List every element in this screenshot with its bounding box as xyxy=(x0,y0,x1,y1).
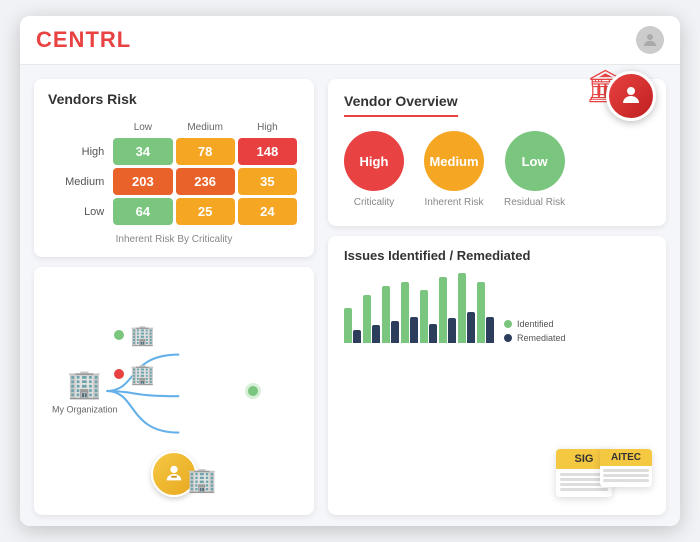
row-label-low: Low xyxy=(51,198,110,225)
bar-group xyxy=(344,308,361,343)
inherent-risk-value: Medium xyxy=(429,154,478,169)
row-label-medium: Medium xyxy=(51,168,110,195)
identified-dot xyxy=(504,320,512,328)
aitec-line-3 xyxy=(603,479,649,482)
identified-bar xyxy=(477,282,485,343)
app-header: CENTRL xyxy=(20,16,680,65)
identified-bar xyxy=(420,290,428,343)
remediated-bar xyxy=(486,317,494,343)
criticality-circle: High xyxy=(344,131,404,191)
vendor-status-red xyxy=(114,369,124,379)
right-panel: 🏛 Vendor Overview High Criticality xyxy=(328,79,666,515)
issues-card: Issues Identified / Remediated Identifie… xyxy=(328,236,666,515)
remediated-bar xyxy=(429,324,437,343)
cell-medium-medium: 236 xyxy=(176,168,235,195)
aitec-line-1 xyxy=(603,469,649,472)
risk-table: Low Medium High High 34 78 148 xyxy=(48,117,300,228)
remediated-bar xyxy=(467,312,475,343)
legend-identified: Identified xyxy=(504,319,566,329)
identified-bar xyxy=(363,295,371,343)
aitec-lines xyxy=(600,466,652,487)
metric-criticality: High Criticality xyxy=(344,131,404,208)
identified-bar xyxy=(382,286,390,343)
vendor-overview-card: 🏛 Vendor Overview High Criticality xyxy=(328,79,666,226)
cell-high-medium: 78 xyxy=(176,138,235,165)
remediated-bar xyxy=(410,317,418,343)
remediated-bar xyxy=(372,325,380,343)
green-indicator xyxy=(248,386,258,396)
cell-medium-high: 35 xyxy=(238,168,297,195)
left-panel: Vendors Risk Low Medium High High xyxy=(34,79,314,515)
col-header-low: Low xyxy=(113,120,172,135)
residual-risk-circle: Low xyxy=(505,131,565,191)
criticality-value: High xyxy=(360,154,389,169)
cell-low-medium: 25 xyxy=(176,198,235,225)
vendor-item-1: 🏢 xyxy=(114,323,155,348)
col-header-medium: Medium xyxy=(176,120,235,135)
small-building-bottom: 🏢 xyxy=(187,466,217,495)
vendors-risk-card: Vendors Risk Low Medium High High xyxy=(34,79,314,257)
bar-group xyxy=(363,295,380,343)
remediated-bar xyxy=(391,321,399,343)
aitec-line-2 xyxy=(603,474,649,477)
remediated-label: Remediated xyxy=(517,333,566,343)
bar-group xyxy=(401,282,418,343)
bar-group xyxy=(439,277,456,343)
identified-bar xyxy=(458,273,466,343)
vendor-building-2: 🏢 xyxy=(130,362,155,387)
org-building-icon: 🏢 xyxy=(67,368,102,401)
residual-risk-value: Low xyxy=(522,154,548,169)
issues-title: Issues Identified / Remediated xyxy=(344,248,650,263)
vendor-status-green xyxy=(114,330,124,340)
cell-low-high: 24 xyxy=(238,198,297,225)
identified-bar xyxy=(344,308,352,343)
diagram-content: 🏢 My Organization 🏢 🏢 xyxy=(44,277,304,505)
cell-high-low: 34 xyxy=(113,138,172,165)
remediated-bar xyxy=(353,330,361,343)
vendor-overview-title: Vendor Overview xyxy=(344,93,458,117)
bar-group xyxy=(420,290,437,343)
cell-low-low: 64 xyxy=(113,198,172,225)
chart-wrapper: Identified Remediated xyxy=(344,273,650,343)
cell-medium-low: 203 xyxy=(113,168,172,195)
identified-label: Identified xyxy=(517,319,554,329)
vendor-building-1: 🏢 xyxy=(130,323,155,348)
criticality-label: Criticality xyxy=(354,197,395,208)
vendor-item-2: 🏢 xyxy=(114,362,155,387)
table-subtitle: Inherent Risk By Criticality xyxy=(48,234,300,245)
row-label-high: High xyxy=(51,138,110,165)
org-label: My Organization xyxy=(52,405,118,415)
metric-inherent-risk: Medium Inherent Risk xyxy=(424,131,484,208)
diagram-card: 🏢 My Organization 🏢 🏢 xyxy=(34,267,314,515)
chart-area xyxy=(344,273,494,343)
metric-residual-risk: Low Residual Risk xyxy=(504,131,565,208)
app-logo: CENTRL xyxy=(36,27,131,53)
sig-line-4 xyxy=(560,488,608,491)
main-content: Vendors Risk Low Medium High High xyxy=(20,65,680,526)
bar-group xyxy=(382,286,399,343)
inherent-risk-label: Inherent Risk xyxy=(425,197,484,208)
residual-risk-label: Residual Risk xyxy=(504,197,565,208)
aitec-card: AITEC xyxy=(600,449,652,487)
org-box: 🏢 My Organization xyxy=(52,368,118,415)
vendor-person-avatar xyxy=(606,71,656,121)
bar-group xyxy=(477,282,494,343)
cell-high-high: 148 xyxy=(238,138,297,165)
browser-window: CENTRL Vendors Risk Low Medium High xyxy=(20,16,680,526)
overview-metrics: High Criticality Medium Inherent Risk Lo… xyxy=(344,131,650,208)
remediated-dot xyxy=(504,334,512,342)
aitec-header: AITEC xyxy=(600,449,652,466)
user-avatar[interactable] xyxy=(636,26,664,54)
col-header-high: High xyxy=(238,120,297,135)
identified-bar xyxy=(439,277,447,343)
identified-bar xyxy=(401,282,409,343)
vendor-connections: 🏢 🏢 xyxy=(114,323,155,387)
chart-legend: Identified Remediated xyxy=(504,319,566,343)
bar-group xyxy=(458,273,475,343)
legend-remediated: Remediated xyxy=(504,333,566,343)
vendors-risk-title: Vendors Risk xyxy=(48,91,300,107)
inherent-risk-circle: Medium xyxy=(424,131,484,191)
remediated-bar xyxy=(448,318,456,343)
